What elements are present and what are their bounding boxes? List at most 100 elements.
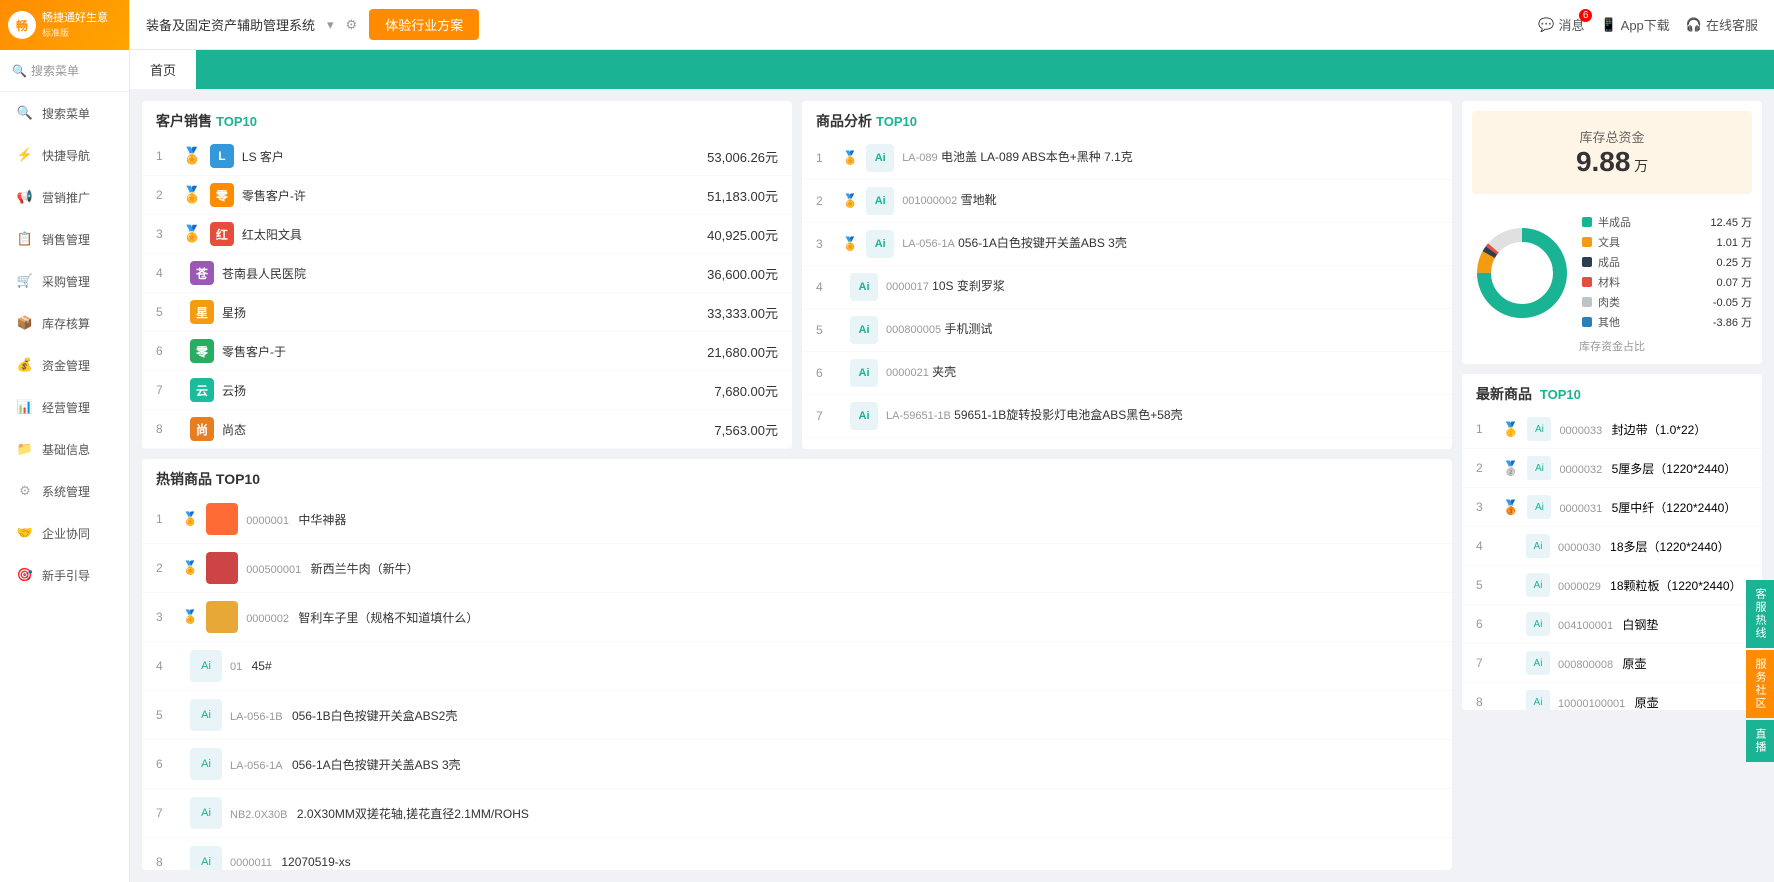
latest-medal xyxy=(1502,656,1518,671)
online-service-btn[interactable]: 🎧 在线客服 xyxy=(1686,15,1758,34)
sidebar-label-guide: 新手引导 xyxy=(42,567,90,584)
float-btn-2[interactable]: 直播 xyxy=(1746,720,1774,762)
sidebar-item-quick[interactable]: ⚡快捷导航 xyxy=(0,134,129,176)
float-btn-0[interactable]: 客服热线 xyxy=(1746,580,1774,648)
rank-number: 8 xyxy=(156,855,174,869)
legend-color-dot xyxy=(1582,217,1592,227)
list-item: 6 Ai LA-056-1A 056-1A白色按键开关盖ABS 3壳 xyxy=(142,740,1452,789)
latest-product-code: 0000031 xyxy=(1559,503,1602,515)
gear-icon[interactable]: ⚙ xyxy=(346,17,358,33)
latest-product-icon: Ai xyxy=(1534,697,1543,708)
sidebar-label-search: 搜索菜单 xyxy=(42,105,90,122)
customer-rank-title: 客户销售TOP10 xyxy=(142,101,792,137)
rank-number: 5 xyxy=(816,323,834,337)
legend-value: 1.01 万 xyxy=(1717,234,1752,250)
donut-section: 半成品 12.45 万 文具 1.01 万 成品 0.25 万 材料 0.07 … xyxy=(1462,204,1762,364)
sidebar-item-operations[interactable]: 📊经营管理 xyxy=(0,386,129,428)
basics-icon: 📁 xyxy=(16,440,34,458)
rank-number: 2 xyxy=(156,188,174,202)
latest-icon-box: Ai xyxy=(1526,573,1550,597)
table-row: 1 🏅 Ai LA-089 电池盖 LA-089 ABS本色+黑种 7.1克 xyxy=(802,137,1452,180)
latest-product-info: 0000030 18多层（1220*2440） xyxy=(1558,538,1748,555)
donut-container: 半成品 12.45 万 文具 1.01 万 成品 0.25 万 材料 0.07 … xyxy=(1472,214,1752,334)
sidebar-item-marketing[interactable]: 📢营销推广 xyxy=(0,176,129,218)
product-info: 0000017 10S 变刹罗浆 xyxy=(886,278,1438,295)
sidebar-label-purchase: 采购管理 xyxy=(42,273,90,290)
dropdown-arrow-icon[interactable]: ▾ xyxy=(327,17,334,33)
product-icon-box: Ai xyxy=(850,359,878,387)
product-code: 0000017 xyxy=(886,281,929,293)
sidebar-item-guide[interactable]: 🎯 新手引导 xyxy=(0,554,129,596)
legend-value: 0.07 万 xyxy=(1717,274,1752,290)
product-rank-panel: 商品分析TOP10 1 🏅 Ai LA-089 电池盖 LA-089 ABS本色… xyxy=(802,101,1452,449)
rank-medal-icon: 🏅 xyxy=(182,224,202,244)
rank-number: 7 xyxy=(156,383,174,397)
legend-name: 文具 xyxy=(1598,234,1711,250)
sidebar-item-purchase[interactable]: 🛒采购管理 xyxy=(0,260,129,302)
sidebar-search-area[interactable]: 🔍 搜索菜单 xyxy=(0,50,129,92)
tab-bar: 首页 xyxy=(130,50,1774,89)
phone-icon: 📱 xyxy=(1600,17,1616,33)
guide-icon: 🎯 xyxy=(16,566,34,584)
latest-product-name: 白钢垫 xyxy=(1622,618,1658,632)
latest-product-code: 0000029 xyxy=(1558,581,1601,593)
rank-number: 2 xyxy=(1476,461,1494,475)
legend-name: 材料 xyxy=(1598,274,1711,290)
latest-medal: 🥈 xyxy=(1502,460,1519,477)
latest-products-list: 1 🥇 Ai 0000033 封边带（1.0*22） 2 🥈 Ai 000003… xyxy=(1462,410,1762,710)
legend-name: 成品 xyxy=(1598,254,1711,270)
sidebar-item-basics[interactable]: 📁基础信息 xyxy=(0,428,129,470)
product-info: 001000002 雪地靴 xyxy=(902,192,1438,209)
hot-product-code: 0000001 xyxy=(246,515,289,527)
logo-icon: 畅 xyxy=(8,11,36,39)
product-info: LA-056-1A 056-1A白色按键开关盖ABS 3壳 xyxy=(902,235,1438,252)
silver-medal-icon: 🥈 xyxy=(1502,460,1519,476)
customer-badge: 云 xyxy=(190,378,214,402)
latest-icon-box: Ai xyxy=(1526,690,1550,710)
tab-home[interactable]: 首页 xyxy=(130,50,196,89)
search-label: 搜索菜单 xyxy=(31,62,79,79)
gold-medal-icon: 🏅 xyxy=(182,511,198,526)
sidebar-item-finance[interactable]: 💰资金管理 xyxy=(0,344,129,386)
float-btn-1[interactable]: 服务社区 xyxy=(1746,650,1774,718)
table-row: 2 🏅 零 零售客户-许 51,183.00元 xyxy=(142,176,792,215)
customer-amount: 7,680.00元 xyxy=(714,381,778,400)
rank-medal-icon: 🏅 xyxy=(182,146,202,166)
sidebar-item-sales[interactable]: 📋 销售管理 xyxy=(0,218,129,260)
table-row: 5 Ai 000800005 手机测试 xyxy=(802,309,1452,352)
latest-product-icon: Ai xyxy=(1535,463,1544,474)
trial-button[interactable]: 体验行业方案 xyxy=(369,9,479,40)
system-icon: ⚙ xyxy=(16,482,34,500)
table-row: 4 苍 苍南县人民医院 36,600.00元 xyxy=(142,254,792,293)
product-thumbnail-placeholder: Ai xyxy=(190,846,222,870)
float-buttons: 客服热线服务社区直播 xyxy=(1746,580,1774,762)
sales-icon: 📋 xyxy=(16,230,34,248)
sidebar-item-system[interactable]: ⚙系统管理 xyxy=(0,470,129,512)
sidebar-label-sales: 销售管理 xyxy=(42,231,90,248)
table-row: 6 Ai 0000021 夹壳 xyxy=(802,352,1452,395)
right-panel: 库存总资金 9.88 万 xyxy=(1462,101,1762,870)
app-download-btn[interactable]: 📱 App下载 xyxy=(1600,15,1669,34)
product-icon-box: Ai xyxy=(850,316,878,344)
product-icon-letter: Ai xyxy=(859,410,870,422)
bronze-medal-icon: 🏅 xyxy=(182,609,198,624)
notifications-btn[interactable]: 💬 消息 6 xyxy=(1538,15,1584,34)
latest-product-name: 原壶 xyxy=(1622,657,1646,671)
latest-product-info: 000800008 原壶 xyxy=(1558,655,1748,672)
legend-item: 肉类 -0.05 万 xyxy=(1582,294,1752,310)
rank-number: 4 xyxy=(1476,539,1494,553)
rank-number: 4 xyxy=(816,280,834,294)
hot-product-code: NB2.0X30B xyxy=(230,809,287,821)
list-item: 5 Ai 0000029 18颗粒板（1220*2440） xyxy=(1462,566,1762,605)
product-icon-box: Ai xyxy=(866,230,894,258)
latest-medal xyxy=(1502,617,1518,632)
customer-amount: 21,680.00元 xyxy=(707,342,778,361)
sidebar-item-enterprise[interactable]: 🤝企业协同 xyxy=(0,512,129,554)
bronze-medal-icon: 🏅 xyxy=(842,236,858,251)
sidebar-item-search[interactable]: 🔍搜索菜单 xyxy=(0,92,129,134)
header: 装备及固定资产辅助管理系统 ▾ ⚙ 体验行业方案 💬 消息 6 📱 App下载 … xyxy=(130,0,1774,50)
latest-product-code: 0000030 xyxy=(1558,542,1601,554)
product-info: 000800005 手机测试 xyxy=(886,321,1438,338)
latest-product-code: 10000100001 xyxy=(1558,698,1625,710)
sidebar-item-inventory[interactable]: 📦库存核算 xyxy=(0,302,129,344)
